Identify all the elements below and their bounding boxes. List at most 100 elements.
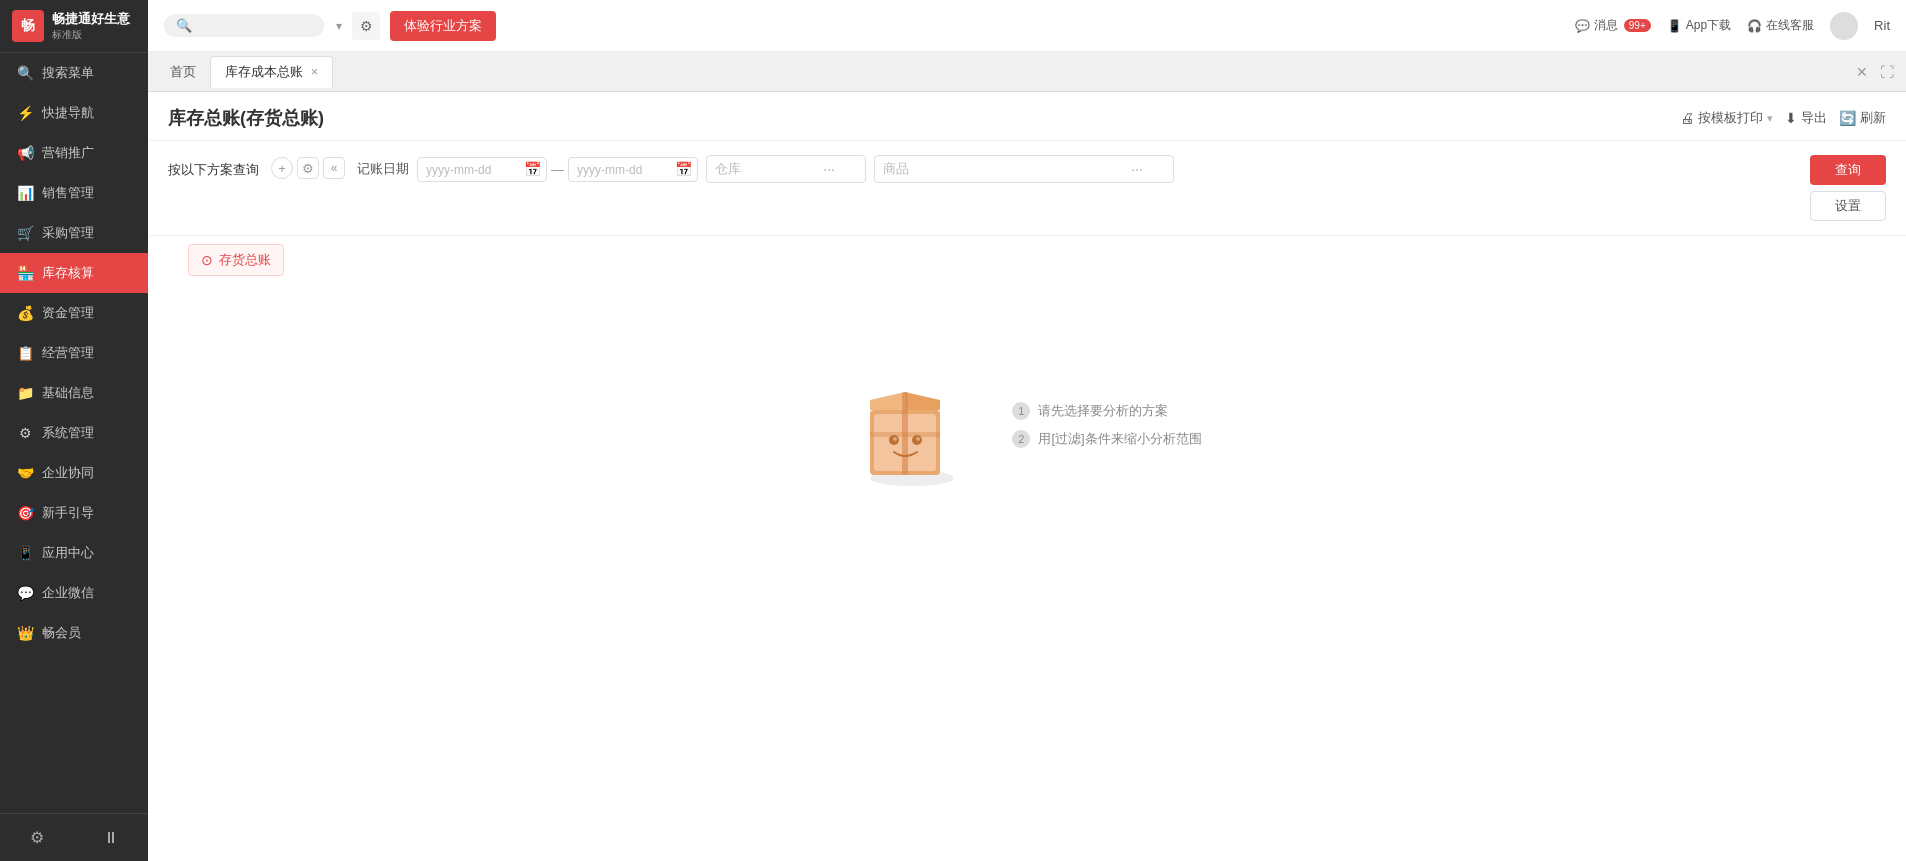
product-more-icon: ··· xyxy=(1131,161,1143,177)
app-download-btn[interactable]: 📱 App下载 xyxy=(1667,17,1731,34)
sidebar-item-apps[interactable]: 📱 应用中心 xyxy=(0,533,148,573)
sidebar-item-wechat[interactable]: 💬 企业微信 xyxy=(0,573,148,613)
date-to-wrap: yyyy-mm-dd 📅 xyxy=(568,157,698,182)
cart-icon: 🛒 xyxy=(16,224,34,242)
empty-hints: 1 请先选择要分析的方案 2 用[过滤]条件来缩小分析范围 xyxy=(1012,402,1201,448)
sidebar: 畅 畅捷通好生意 标准版 🔍 搜索菜单 ⚡ 快捷导航 📢 营销推广 📊 销售管理… xyxy=(0,0,148,861)
sidebar-item-cooperation[interactable]: 🤝 企业协同 xyxy=(0,453,148,493)
date-label: 记账日期 xyxy=(357,160,409,178)
sidebar-item-marketing[interactable]: 📢 营销推广 xyxy=(0,133,148,173)
crown-icon: 👑 xyxy=(16,624,34,642)
sidebar-item-system[interactable]: ⚙ 系统管理 xyxy=(0,413,148,453)
filter-add-btn[interactable]: + xyxy=(271,157,293,179)
download-icon: 📱 xyxy=(1667,19,1682,33)
logo-icon: 畅 xyxy=(12,10,44,42)
date-from-wrap: yyyy-mm-dd 📅 xyxy=(417,157,547,182)
logo-text: 畅捷通好生意 标准版 xyxy=(52,10,130,42)
filter-label: 按以下方案查询 xyxy=(168,155,259,179)
product-select[interactable]: 商品 ··· xyxy=(874,155,1174,183)
mobile-icon: 📱 xyxy=(16,544,34,562)
tab-inventory-ledger[interactable]: 库存成本总账 × xyxy=(210,56,333,88)
empty-state: 1 请先选择要分析的方案 2 用[过滤]条件来缩小分析范围 xyxy=(148,290,1906,540)
sidebar-item-basic[interactable]: 📁 基础信息 xyxy=(0,373,148,413)
target-icon: 🎯 xyxy=(16,504,34,522)
svg-marker-3 xyxy=(870,392,905,410)
filter-add-buttons: + ⚙ « xyxy=(271,155,345,179)
hint-num-1: 1 xyxy=(1012,402,1030,420)
filter-scheme-area: ⊙ 存货总账 xyxy=(148,236,1906,276)
print-btn[interactable]: 🖨 按模板打印 ▾ xyxy=(1680,109,1773,127)
sidebar-item-purchase[interactable]: 🛒 采购管理 xyxy=(0,213,148,253)
date-separator: — xyxy=(551,162,564,177)
tab-expand-btn[interactable]: ⛶ xyxy=(1876,62,1898,82)
search-input-icon: 🔍 xyxy=(176,18,192,33)
tabbar: 首页 库存成本总账 × ✕ ⛶ xyxy=(148,52,1906,92)
svg-marker-4 xyxy=(905,392,940,410)
filter-action-btns: 查询 设置 xyxy=(1810,155,1886,221)
tabbar-right: ✕ ⛶ xyxy=(1852,62,1906,82)
topbar-right: 💬 消息 99+ 📱 App下载 🎧 在线客服 Rit xyxy=(1575,12,1890,40)
tab-home[interactable]: 首页 xyxy=(156,56,210,88)
hint-num-2: 2 xyxy=(1012,430,1030,448)
settings-btn[interactable]: 设置 xyxy=(1810,191,1886,221)
svg-rect-6 xyxy=(870,432,940,437)
filter-collapse-btn[interactable]: « xyxy=(323,157,345,179)
sidebar-item-sales[interactable]: 📊 销售管理 xyxy=(0,173,148,213)
user-avatar[interactable] xyxy=(1830,12,1858,40)
sidebar-item-operations[interactable]: 📋 经营管理 xyxy=(0,333,148,373)
filter-controls: 记账日期 yyyy-mm-dd 📅 — yyyy-mm-dd xyxy=(357,155,1798,183)
svg-point-9 xyxy=(893,437,897,441)
refresh-btn[interactable]: 🔄 刷新 xyxy=(1839,109,1886,127)
store-icon: 🏪 xyxy=(16,264,34,282)
page: 库存总账(存货总账) 🖨 按模板打印 ▾ ⬇ 导出 🔄 刷新 xyxy=(148,92,1906,861)
filter-settings-btn[interactable]: ⚙ xyxy=(297,157,319,179)
sidebar-item-quick-nav[interactable]: ⚡ 快捷导航 xyxy=(0,93,148,133)
search-dropdown-btn[interactable]: ▾ xyxy=(336,19,342,33)
tab-collapse-btn[interactable]: ✕ xyxy=(1852,62,1872,82)
megaphone-icon: 📢 xyxy=(16,144,34,162)
gear-icon: ⚙ xyxy=(16,424,34,442)
warehouse-more-icon: ··· xyxy=(823,161,835,177)
service-icon: 🎧 xyxy=(1747,19,1762,33)
search-icon: 🔍 xyxy=(16,64,34,82)
scheme-icon: ⊙ xyxy=(201,252,213,268)
calendar-to-icon: 📅 xyxy=(675,161,692,177)
chart-icon: 📊 xyxy=(16,184,34,202)
sidebar-item-inventory[interactable]: 🏪 库存核算 xyxy=(0,253,148,293)
sidebar-bottom: ⚙ ⏸ xyxy=(0,813,148,861)
empty-svg xyxy=(852,370,972,490)
sidebar-item-member[interactable]: 👑 畅会员 xyxy=(0,613,148,653)
money-icon: 💰 xyxy=(16,304,34,322)
user-name: Rit xyxy=(1874,18,1890,33)
sidebar-item-finance[interactable]: 💰 资金管理 xyxy=(0,293,148,333)
message-badge: 99+ xyxy=(1624,19,1651,32)
settings-icon: ⚙ xyxy=(360,18,373,34)
export-icon: ⬇ xyxy=(1785,110,1797,126)
folder-icon: 📁 xyxy=(16,384,34,402)
page-title: 库存总账(存货总账) xyxy=(168,106,324,130)
app-logo: 畅 畅捷通好生意 标准版 xyxy=(0,0,148,53)
content-area: 库存总账(存货总账) 🖨 按模板打印 ▾ ⬇ 导出 🔄 刷新 xyxy=(148,92,1906,861)
export-btn[interactable]: ⬇ 导出 xyxy=(1785,109,1827,127)
collapse-btn[interactable]: ⏸ xyxy=(95,825,127,851)
tab-close-btn[interactable]: × xyxy=(311,65,318,79)
topbar: 🔍 ▾ ⚙ 体验行业方案 💬 消息 99+ 📱 App下载 🎧 在线客服 Ri xyxy=(148,0,1906,52)
query-btn[interactable]: 查询 xyxy=(1810,155,1886,185)
empty-illustration xyxy=(852,370,972,480)
hint-1: 1 请先选择要分析的方案 xyxy=(1012,402,1201,420)
industry-btn[interactable]: 体验行业方案 xyxy=(390,11,496,41)
warehouse-select[interactable]: 仓库 ··· xyxy=(706,155,866,183)
sidebar-item-guide[interactable]: 🎯 新手引导 xyxy=(0,493,148,533)
topbar-search[interactable]: 🔍 xyxy=(164,14,324,37)
online-service-btn[interactable]: 🎧 在线客服 xyxy=(1747,17,1814,34)
page-header-actions: 🖨 按模板打印 ▾ ⬇ 导出 🔄 刷新 xyxy=(1680,109,1886,127)
sidebar-nav: 🔍 搜索菜单 ⚡ 快捷导航 📢 营销推广 📊 销售管理 🛒 采购管理 🏪 库存核… xyxy=(0,53,148,813)
svg-point-10 xyxy=(916,437,920,441)
topbar-settings-btn[interactable]: ⚙ xyxy=(352,12,380,40)
message-btn[interactable]: 💬 消息 99+ xyxy=(1575,17,1651,34)
settings-bottom-btn[interactable]: ⚙ xyxy=(22,824,52,851)
scheme-label: 存货总账 xyxy=(219,251,271,269)
sidebar-item-search[interactable]: 🔍 搜索菜单 xyxy=(0,53,148,93)
print-dropdown-icon[interactable]: ▾ xyxy=(1767,112,1773,125)
print-icon: 🖨 xyxy=(1680,110,1694,126)
